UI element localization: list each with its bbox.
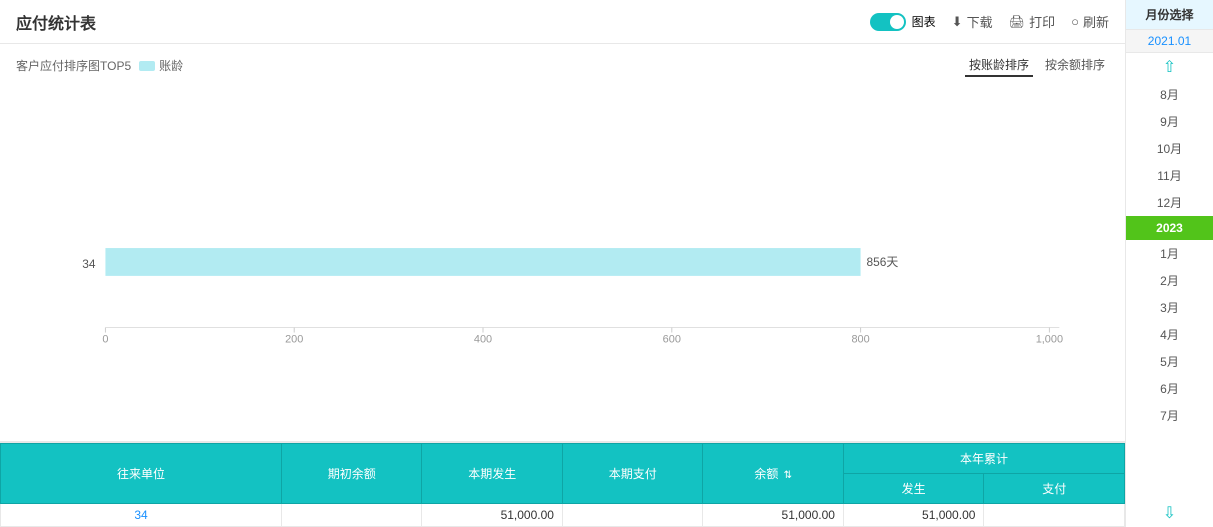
refresh-label: 刷新 [1083,12,1109,31]
chart-wrapper: 34 856天 0 200 400 600 800 1,000 [16,85,1109,431]
sidebar-month-item[interactable]: 7月 [1126,402,1213,429]
sidebar-current-period[interactable]: 2021.01 [1126,30,1213,53]
th-opening: 期初余额 [282,444,422,504]
chart-legend: 客户应付排序图TOP5 账龄 [16,57,183,74]
app-container: 应付统计表 图表 ⬇ 下载 🖨 打印 ○ 刷新 [0,0,1213,527]
print-icon: 🖨 [1009,14,1026,30]
sidebar-month-item[interactable]: 6月 [1126,375,1213,402]
cell-opening [282,504,422,527]
bar-chart: 34 856天 0 200 400 600 800 1,000 [16,85,1109,431]
sidebar-down-btn[interactable]: ⇩ [1126,499,1213,527]
header: 应付统计表 图表 ⬇ 下载 🖨 打印 ○ 刷新 [0,0,1125,44]
bar-rect [105,248,860,276]
download-button[interactable]: ⬇ 下载 [952,12,993,31]
legend-color-box [139,61,155,71]
chart-toggle-wrap[interactable]: 图表 [870,13,936,31]
th-ytd-occ: 发生 [843,474,983,504]
sidebar-month-item[interactable]: 3月 [1126,294,1213,321]
sidebar-up-btn[interactable]: ⇧ [1126,53,1213,81]
legend-color-label: 账龄 [159,57,183,74]
sort-by-amount-btn[interactable]: 按余额排序 [1041,54,1109,77]
cell-current-pay [562,504,702,527]
chart-toggle-label: 图表 [912,13,936,30]
svg-text:856天: 856天 [867,255,899,269]
data-table: 往来单位 期初余额 本期发生 本期支付 余额 ⇅ 本年累计 发生 支付 [0,443,1125,527]
chart-toggle[interactable] [870,13,906,31]
th-current-pay: 本期支付 [562,444,702,504]
cell-balance: 51,000.00 [703,504,843,527]
print-button[interactable]: 🖨 打印 [1009,12,1056,31]
sort-buttons: 按账龄排序 按余额排序 [965,54,1109,77]
th-current-occ: 本期发生 [422,444,562,504]
svg-text:800: 800 [851,333,869,345]
th-ytd: 本年累计 [843,444,1124,474]
toggle-knob [890,15,904,29]
cell-unit: 34 [1,504,282,527]
cell-current-occ: 51,000.00 [422,504,562,527]
sidebar-month-item[interactable]: 10月 [1126,135,1213,162]
sidebar-month-item[interactable]: 12月 [1126,189,1213,216]
sidebar-month-item[interactable]: 4月 [1126,321,1213,348]
svg-text:0: 0 [102,333,108,345]
cell-ytd-occ: 51,000.00 [843,504,983,527]
sidebar-month-item[interactable]: 8月 [1126,81,1213,108]
chart-area: 客户应付排序图TOP5 账龄 按账龄排序 按余额排序 34 [0,44,1125,441]
chart-legend-text: 客户应付排序图TOP5 [16,57,131,74]
sidebar-month-item[interactable]: 1月 [1126,240,1213,267]
unit-link[interactable]: 34 [134,508,147,522]
sidebar-month-list: 8月9月10月11月12月20231月2月3月4月5月6月7月 [1126,81,1213,499]
download-label: 下载 [967,12,993,31]
refresh-icon: ○ [1071,14,1079,29]
svg-text:400: 400 [474,333,492,345]
sidebar-month-item[interactable]: 9月 [1126,108,1213,135]
th-ytd-pay: 支付 [984,474,1125,504]
main-content: 应付统计表 图表 ⬇ 下载 🖨 打印 ○ 刷新 [0,0,1125,527]
legend-item: 账龄 [139,57,183,74]
print-label: 打印 [1029,12,1055,31]
sidebar-month-item[interactable]: 5月 [1126,348,1213,375]
sort-by-balance-btn[interactable]: 按账龄排序 [965,54,1033,77]
svg-text:34: 34 [82,257,96,271]
balance-sort-icon[interactable]: ⇅ [784,470,792,481]
th-unit: 往来单位 [1,444,282,504]
table-row: 34 51,000.00 51,000.00 51,000.00 [1,504,1125,527]
svg-text:600: 600 [663,333,681,345]
page-title: 应付统计表 [16,10,96,34]
svg-text:1,000: 1,000 [1036,333,1063,345]
chart-toolbar: 客户应付排序图TOP5 账龄 按账龄排序 按余额排序 [16,54,1109,77]
refresh-button[interactable]: ○ 刷新 [1071,12,1109,31]
svg-text:200: 200 [285,333,303,345]
header-actions: 图表 ⬇ 下载 🖨 打印 ○ 刷新 [870,12,1109,31]
sidebar-month-item[interactable]: 2023 [1126,216,1213,240]
th-balance: 余额 ⇅ [703,444,843,504]
sidebar-month-item[interactable]: 11月 [1126,162,1213,189]
cell-ytd-pay [984,504,1125,527]
sidebar-month-item[interactable]: 2月 [1126,267,1213,294]
sidebar-header: 月份选择 [1126,0,1213,30]
table-area: 往来单位 期初余额 本期发生 本期支付 余额 ⇅ 本年累计 发生 支付 [0,441,1125,527]
sidebar: 月份选择 2021.01 ⇧ 8月9月10月11月12月20231月2月3月4月… [1125,0,1213,527]
download-icon: ⬇ [952,14,963,30]
